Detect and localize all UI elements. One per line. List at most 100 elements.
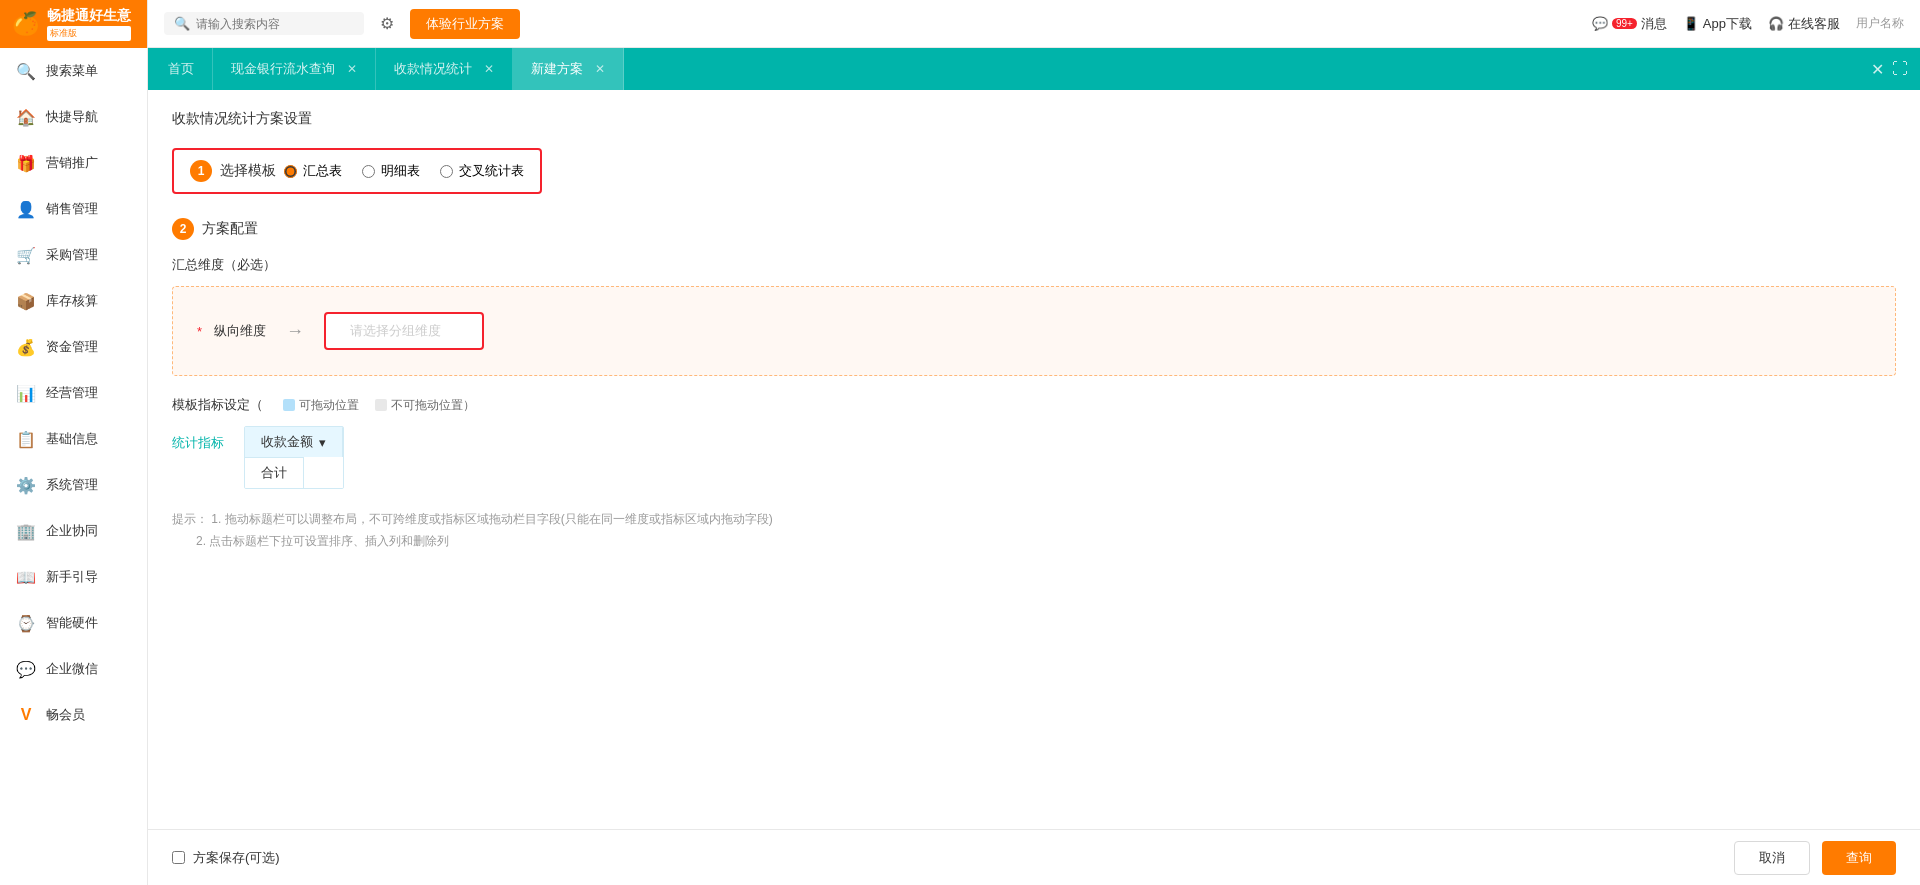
sidebar-item-quick-nav[interactable]: 🏠 快捷导航 — [0, 94, 147, 140]
stats-header-col1[interactable]: 收款金额 ▾ — [245, 427, 343, 457]
dimension-section: 汇总维度（必选） * 纵向维度 → 请选择分组维度 — [172, 256, 1896, 376]
stats-col1-dropdown-icon[interactable]: ▾ — [319, 435, 326, 450]
home-icon: 🏠 — [16, 108, 36, 127]
tab-bank-flow[interactable]: 现金银行流水查询 ✕ — [213, 48, 376, 90]
system-icon: ⚙️ — [16, 476, 36, 495]
legend-fixed-label: 不可拖动位置） — [391, 397, 475, 414]
tab-bank-flow-close[interactable]: ✕ — [347, 62, 357, 76]
legend-draggable: 可拖动位置 — [283, 397, 359, 414]
sidebar-item-system[interactable]: ⚙️ 系统管理 — [0, 462, 147, 508]
online-service-item[interactable]: 🎧 在线客服 — [1768, 15, 1840, 33]
logo-icon: 🍊 — [12, 11, 39, 37]
radio-detail-input[interactable] — [362, 165, 375, 178]
sales-icon: 👤 — [16, 200, 36, 219]
legend-fixed: 不可拖动位置） — [375, 397, 475, 414]
radio-summary[interactable]: 汇总表 — [284, 162, 342, 180]
gift-icon: 🎁 — [16, 154, 36, 173]
step2-header: 2 方案配置 — [172, 218, 1896, 240]
radio-summary-input[interactable] — [284, 165, 297, 178]
sidebar-item-basic-info[interactable]: 📋 基础信息 — [0, 416, 147, 462]
tab-collection-stats-label: 收款情况统计 — [394, 60, 472, 78]
dimension-arrow-icon: → — [286, 321, 304, 342]
download-icon: 📱 — [1683, 16, 1699, 31]
sidebar-item-hardware[interactable]: ⌚ 智能硬件 — [0, 600, 147, 646]
sidebar-item-label-sales: 销售管理 — [46, 200, 98, 218]
guide-icon: 📖 — [16, 568, 36, 587]
sidebar-item-label-basic: 基础信息 — [46, 430, 98, 448]
search-input[interactable] — [196, 17, 336, 31]
sidebar-item-collab[interactable]: 🏢 企业协同 — [0, 508, 147, 554]
sidebar-item-guide[interactable]: 📖 新手引导 — [0, 554, 147, 600]
sidebar-item-member[interactable]: V 畅会员 — [0, 692, 147, 738]
tab-collection-stats-close[interactable]: ✕ — [484, 62, 494, 76]
radio-summary-label: 汇总表 — [303, 162, 342, 180]
tab-new-plan[interactable]: 新建方案 ✕ — [513, 48, 624, 90]
purchase-icon: 🛒 — [16, 246, 36, 265]
sidebar-item-label-member: 畅会员 — [46, 706, 85, 724]
logo-name: 畅捷通好生意 — [47, 7, 131, 24]
tab-new-plan-close[interactable]: ✕ — [595, 62, 605, 76]
radio-detail[interactable]: 明细表 — [362, 162, 420, 180]
search-menu-icon: 🔍 — [16, 62, 36, 81]
sidebar-item-label-search: 搜索菜单 — [46, 62, 98, 80]
sidebar-item-purchase[interactable]: 🛒 采购管理 — [0, 232, 147, 278]
dimension-row: * 纵向维度 → 请选择分组维度 — [197, 312, 484, 350]
sidebar-item-marketing[interactable]: 🎁 营销推广 — [0, 140, 147, 186]
sidebar-item-operations[interactable]: 📊 经营管理 — [0, 370, 147, 416]
tab-bar: 首页 现金银行流水查询 ✕ 收款情况统计 ✕ 新建方案 ✕ ✕ ⛶ — [148, 48, 1920, 90]
tab-collection-stats[interactable]: 收款情况统计 ✕ — [376, 48, 513, 90]
fullscreen-icon[interactable]: ⛶ — [1892, 60, 1908, 78]
wechat-icon: 💬 — [16, 660, 36, 679]
sidebar-item-wechat[interactable]: 💬 企业微信 — [0, 646, 147, 692]
close-window-icon[interactable]: ✕ — [1871, 60, 1884, 79]
stats-header-row: 收款金额 ▾ — [245, 427, 343, 457]
content-area: 收款情况统计方案设置 1 选择模板 汇总表 — [148, 90, 1920, 829]
dimension-required-star: * — [197, 324, 202, 339]
save-checkbox[interactable] — [172, 851, 185, 864]
query-button[interactable]: 查询 — [1822, 841, 1896, 875]
tabs-right-controls: ✕ ⛶ — [1859, 48, 1920, 90]
stats-label: 统计指标 — [172, 426, 232, 460]
sidebar-item-label-inventory: 库存核算 — [46, 292, 98, 310]
sidebar-item-label-marketing: 营销推广 — [46, 154, 98, 172]
tab-new-plan-label: 新建方案 — [531, 60, 583, 78]
save-option[interactable]: 方案保存(可选) — [172, 849, 280, 867]
radio-cross[interactable]: 交叉统计表 — [440, 162, 524, 180]
settings-icon[interactable]: ⚙ — [380, 14, 394, 33]
stats-container: 统计指标 收款金额 ▾ 合计 — [172, 426, 1896, 489]
tips-section: 提示： 1. 拖动标题栏可以调整布局，不可跨维度或指标区域拖动栏目字段(只能在同… — [172, 509, 1896, 552]
sidebar-item-label-system: 系统管理 — [46, 476, 98, 494]
notification-item[interactable]: 💬 99+ 消息 — [1592, 15, 1667, 33]
step1-title: 选择模板 — [220, 162, 276, 180]
step2-title: 方案配置 — [202, 220, 258, 238]
sidebar-item-label-purchase: 采购管理 — [46, 246, 98, 264]
stats-table: 收款金额 ▾ 合计 — [244, 426, 344, 489]
tab-bank-flow-label: 现金银行流水查询 — [231, 60, 335, 78]
app-download-item[interactable]: 📱 App下载 — [1683, 15, 1752, 33]
legend-draggable-label: 可拖动位置 — [299, 397, 359, 414]
tab-home[interactable]: 首页 — [148, 48, 213, 90]
step2-circle: 2 — [172, 218, 194, 240]
sidebar-item-label-finance: 资金管理 — [46, 338, 98, 356]
finance-icon: 💰 — [16, 338, 36, 357]
notification-icon: 💬 — [1592, 16, 1608, 31]
dimension-placeholder: 请选择分组维度 — [350, 323, 441, 338]
dimension-select-box[interactable]: 请选择分组维度 — [324, 312, 484, 350]
sidebar-item-sales[interactable]: 👤 销售管理 — [0, 186, 147, 232]
notification-label: 消息 — [1641, 15, 1667, 33]
search-box[interactable]: 🔍 — [164, 12, 364, 35]
sidebar-item-label-nav: 快捷导航 — [46, 108, 98, 126]
fixed-dot — [375, 399, 387, 411]
draggable-dot — [283, 399, 295, 411]
sidebar-item-finance[interactable]: 💰 资金管理 — [0, 324, 147, 370]
logo-badge: 标准版 — [47, 26, 131, 41]
radio-cross-input[interactable] — [440, 165, 453, 178]
hardware-icon: ⌚ — [16, 614, 36, 633]
metrics-title: 模板指标设定（ — [172, 396, 263, 414]
sidebar-item-search-menu[interactable]: 🔍 搜索菜单 — [0, 48, 147, 94]
sidebar: 🍊 畅捷通好生意 标准版 🔍 搜索菜单 🏠 快捷导航 🎁 营销推广 👤 销售管理… — [0, 0, 148, 885]
tip1: 提示： 1. 拖动标题栏可以调整布局，不可跨维度或指标区域拖动栏目字段(只能在同… — [172, 509, 1896, 531]
sidebar-item-inventory[interactable]: 📦 库存核算 — [0, 278, 147, 324]
cancel-button[interactable]: 取消 — [1734, 841, 1810, 875]
industry-solution-button[interactable]: 体验行业方案 — [410, 9, 520, 39]
